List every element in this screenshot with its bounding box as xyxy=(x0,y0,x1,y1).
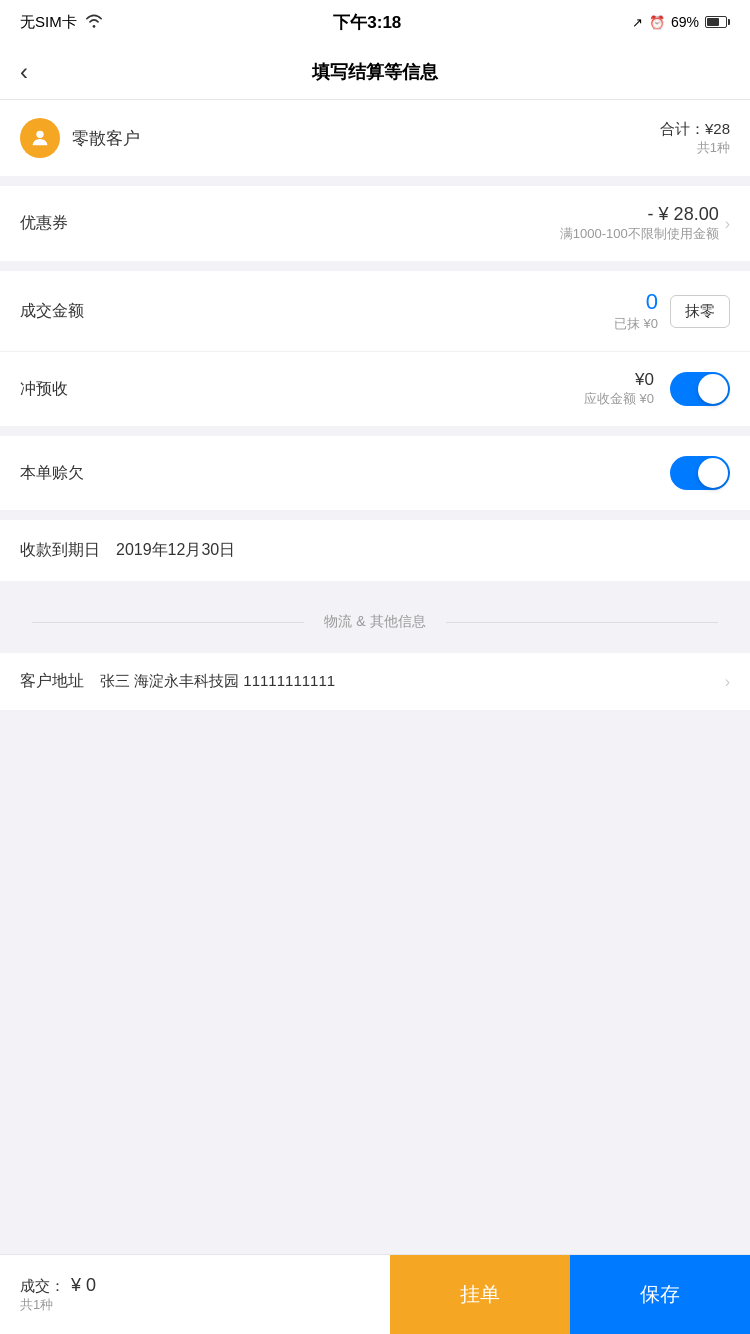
prereceive-label: 冲预收 xyxy=(20,379,68,400)
svg-point-0 xyxy=(36,131,43,138)
address-row[interactable]: 客户地址 张三 海淀永丰科技园 11111111111 › xyxy=(0,653,750,710)
bottom-deal-label: 成交： xyxy=(20,1277,65,1296)
debt-label: 本单赊欠 xyxy=(20,463,84,484)
logistics-label: 物流 & 其他信息 xyxy=(314,613,435,631)
customer-section: 零散客户 合计：¥28 共1种 xyxy=(0,100,750,176)
bottom-info: 成交： ¥ 0 共1种 xyxy=(0,1275,390,1314)
bottom-deal-wrap: 成交： ¥ 0 xyxy=(20,1275,370,1296)
nav-bar: ‹ 填写结算等信息 xyxy=(0,44,750,100)
hang-button[interactable]: 挂单 xyxy=(390,1255,570,1335)
status-bar: 无SIM卡 下午3:18 ↗ ⏰ 69% xyxy=(0,0,750,44)
duedate-value: 2019年12月30日 xyxy=(116,540,235,561)
prereceive-toggle[interactable] xyxy=(670,372,730,406)
transaction-col: 0 已抹 ¥0 xyxy=(614,289,658,333)
coupon-right: - ¥ 28.00 满1000-100不限制使用金额 › xyxy=(560,204,730,243)
empty-space xyxy=(0,720,750,920)
address-label: 客户地址 xyxy=(20,671,84,692)
total-amount: 合计：¥28 xyxy=(660,120,730,139)
duedate-label: 收款到期日 xyxy=(20,540,100,561)
transaction-amount-row: 成交金额 0 已抹 ¥0 抹零 xyxy=(0,271,750,352)
transaction-label: 成交金额 xyxy=(20,301,84,322)
save-button[interactable]: 保存 xyxy=(570,1255,750,1335)
toggle-knob xyxy=(698,374,728,404)
customer-name: 零散客户 xyxy=(72,127,140,150)
customer-total: 合计：¥28 共1种 xyxy=(660,120,730,157)
total-count: 共1种 xyxy=(660,139,730,157)
duedate-section: 收款到期日 2019年12月30日 xyxy=(0,520,750,581)
transaction-right: 0 已抹 ¥0 抹零 xyxy=(614,289,730,333)
round-button[interactable]: 抹零 xyxy=(670,295,730,328)
bottom-count: 共1种 xyxy=(20,1296,370,1314)
battery-percent: 69% xyxy=(671,14,699,30)
transaction-section: 成交金额 0 已抹 ¥0 抹零 冲预收 ¥0 应收金额 ¥0 xyxy=(0,271,750,426)
prereceive-right: ¥0 应收金额 ¥0 xyxy=(584,370,730,408)
logistics-line-left xyxy=(32,622,304,623)
status-time: 下午3:18 xyxy=(333,11,401,34)
transaction-input[interactable]: 0 xyxy=(646,289,658,315)
bottom-deal-amount: ¥ 0 xyxy=(71,1275,96,1296)
chevron-right-icon: › xyxy=(725,215,730,233)
prereceive-sub-amount: 应收金额 ¥0 xyxy=(584,390,654,408)
status-right: ↗ ⏰ 69% xyxy=(632,14,730,30)
address-value: 张三 海淀永丰科技园 11111111111 xyxy=(100,672,725,691)
logistics-header-section: 物流 & 其他信息 xyxy=(0,591,750,653)
signal-text: 无SIM卡 xyxy=(20,13,77,32)
customer-avatar xyxy=(20,118,60,158)
back-button[interactable]: ‹ xyxy=(20,58,28,86)
nav-title: 填写结算等信息 xyxy=(312,60,438,84)
debt-toggle-knob xyxy=(698,458,728,488)
deducted-label: 已抹 ¥0 xyxy=(614,315,658,333)
coupon-description: 满1000-100不限制使用金额 xyxy=(560,225,719,243)
prereceive-amounts: ¥0 应收金额 ¥0 xyxy=(584,370,654,408)
logistics-line-right xyxy=(446,622,718,623)
battery-icon xyxy=(705,16,730,28)
debt-section: 本单赊欠 xyxy=(0,436,750,510)
coupon-row[interactable]: 优惠券 - ¥ 28.00 满1000-100不限制使用金额 › xyxy=(0,186,750,261)
debt-toggle[interactable] xyxy=(670,456,730,490)
customer-info-left: 零散客户 xyxy=(20,118,140,158)
prereceive-main-amount: ¥0 xyxy=(584,370,654,390)
prereceive-row: 冲预收 ¥0 应收金额 ¥0 xyxy=(0,352,750,426)
status-left: 无SIM卡 xyxy=(20,13,103,32)
coupon-label: 优惠券 xyxy=(20,213,68,234)
logistics-header: 物流 & 其他信息 xyxy=(20,601,730,643)
location-icon: ↗ xyxy=(632,15,643,30)
alarm-icon: ⏰ xyxy=(649,15,665,30)
address-chevron-icon: › xyxy=(725,673,730,691)
coupon-amount: - ¥ 28.00 xyxy=(560,204,719,225)
bottom-bar: 成交： ¥ 0 共1种 挂单 保存 xyxy=(0,1254,750,1334)
wifi-icon xyxy=(85,14,103,31)
